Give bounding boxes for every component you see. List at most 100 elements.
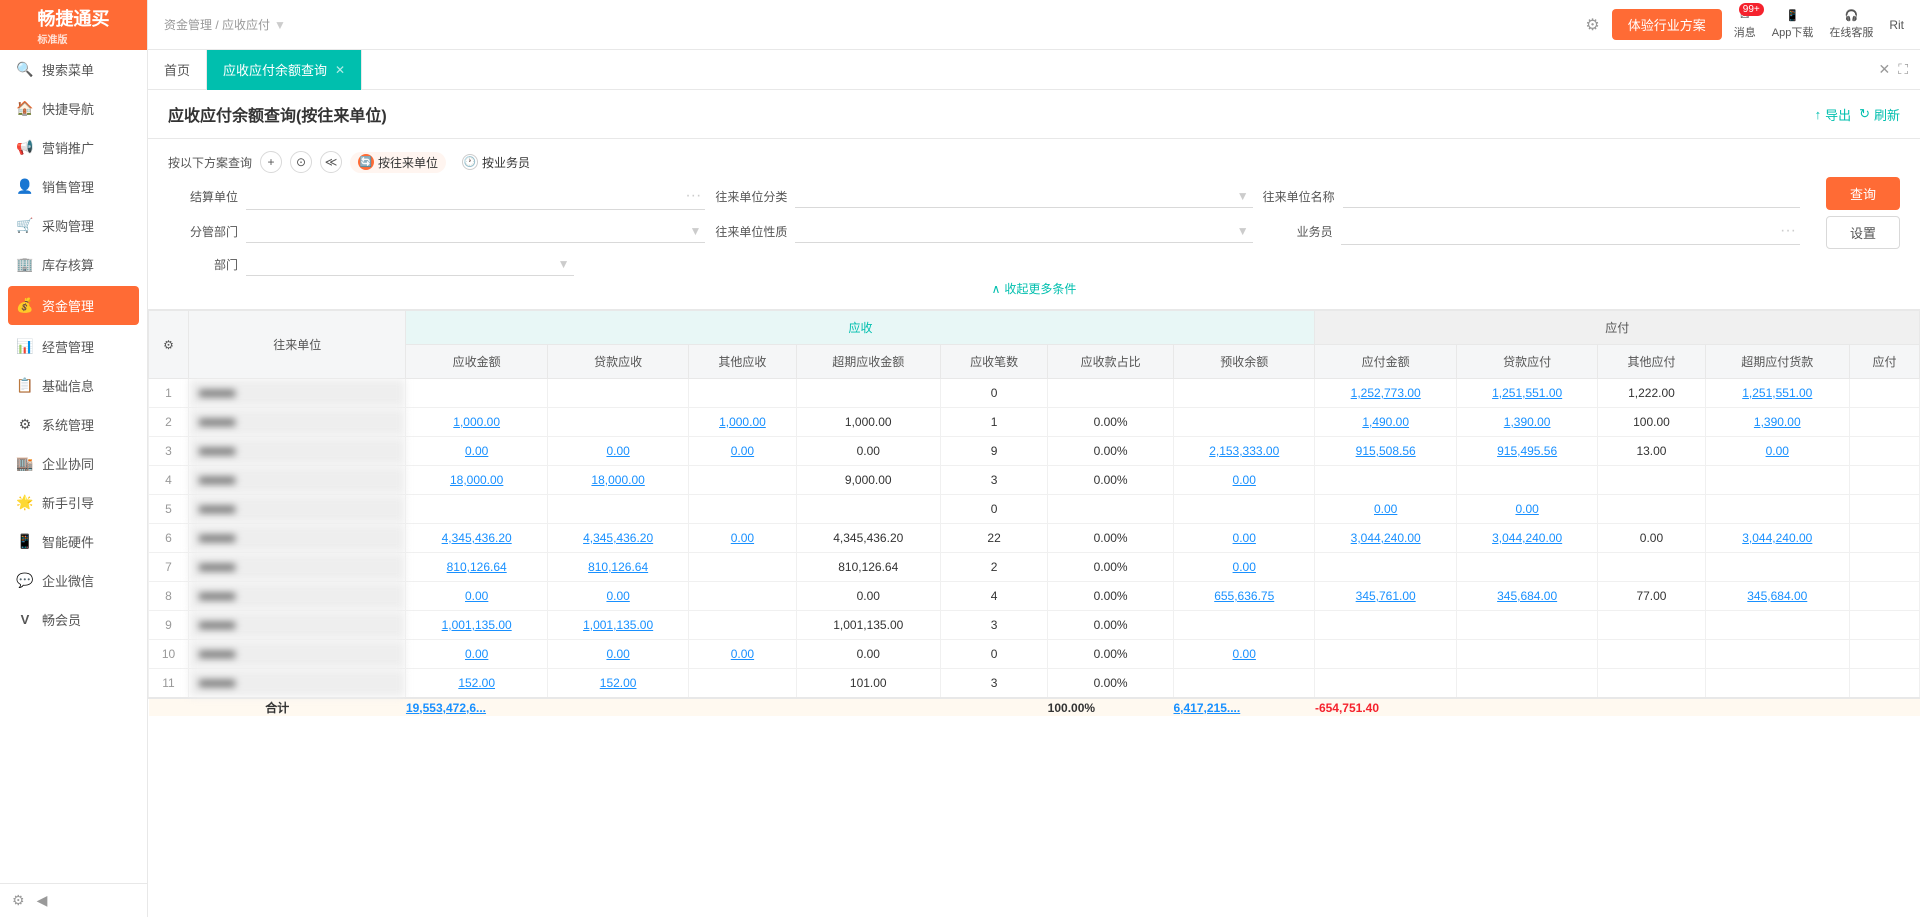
- table-row: 8■■■■■0.000.000.0040.00%655,636.75345,76…: [149, 582, 1920, 611]
- sidebar-item-sales[interactable]: 👤 销售管理: [0, 167, 147, 206]
- table-settings-icon[interactable]: ⚙: [163, 338, 174, 352]
- footer-advance-balance[interactable]: 6,417,215....: [1174, 698, 1315, 716]
- inventory-icon: 🏢: [16, 256, 34, 273]
- sidebar-item-wechat[interactable]: 💬 企业微信: [0, 561, 147, 600]
- sidebar-item-system[interactable]: ⚙ 系统管理: [0, 405, 147, 444]
- th-loan-receivable: 贷款应收: [547, 345, 688, 379]
- sidebar-item-member[interactable]: V 畅会员: [0, 600, 147, 639]
- sidebar-item-basic[interactable]: 📋 基础信息: [0, 366, 147, 405]
- sidebar-item-hardware[interactable]: 📱 智能硬件: [0, 522, 147, 561]
- footer-receivable-ratio: 100.00%: [1048, 698, 1174, 716]
- export-btn[interactable]: ↑ 导出: [1815, 105, 1852, 124]
- th-other-payable: 其他应付: [1598, 345, 1705, 379]
- message-btn[interactable]: ✉ 99+ 消息: [1734, 9, 1756, 40]
- sidebar-item-search[interactable]: 🔍 搜索菜单: [0, 50, 147, 89]
- filter-fields-row2: 分管部门 ▼ 往来单位性质 ▼ 业务员 ···: [168, 218, 1900, 245]
- partner-name-label: 往来单位名称: [1263, 188, 1335, 205]
- dept-input[interactable]: ▼: [246, 253, 574, 276]
- partner-name-cell: ■■■■■: [189, 495, 406, 524]
- th-payable-amount: 应付金额: [1315, 345, 1456, 379]
- footer-other-payable: [1598, 698, 1705, 716]
- service-icon: 🎧: [1844, 9, 1858, 22]
- th-partner: 往来单位: [189, 311, 406, 379]
- sidebar-item-quicknav[interactable]: 🏠 快捷导航: [0, 89, 147, 128]
- settings-scheme-btn[interactable]: ⊙: [290, 151, 312, 173]
- user-avatar[interactable]: Rit: [1889, 18, 1904, 32]
- refresh-icon: ↻: [1859, 106, 1870, 122]
- settings-btn[interactable]: 设置: [1826, 216, 1900, 249]
- tab-receivable[interactable]: 应收应付余额查询 ✕: [207, 50, 362, 90]
- page-header: 应收应付余额查询(按往来单位) ↑ 导出 ↻ 刷新: [148, 90, 1920, 139]
- department-input[interactable]: ▼: [246, 220, 705, 243]
- sidebar-item-enterprise[interactable]: 🏬 企业协同: [0, 444, 147, 483]
- settings-bottom-icon[interactable]: ⚙: [12, 892, 25, 909]
- table-row: 3■■■■■0.000.000.000.0090.00%2,153,333.00…: [149, 437, 1920, 466]
- table-container[interactable]: ⚙ 往来单位 应收 应付 应收金额 贷款应收 其他应收 超期应收金额 应收笔数 …: [148, 310, 1920, 917]
- settlement-unit-input[interactable]: ···: [246, 183, 705, 210]
- partner-category-input[interactable]: ▼: [795, 185, 1252, 208]
- collapse-icon[interactable]: ◀: [37, 892, 48, 909]
- partner-name-cell: ■■■■■: [189, 437, 406, 466]
- app-icon: 📱: [1786, 9, 1800, 22]
- purchase-icon: 🛒: [16, 217, 34, 234]
- query-btn[interactable]: 查询: [1826, 177, 1900, 210]
- sidebar-item-purchase[interactable]: 🛒 采购管理: [0, 206, 147, 245]
- scheme-by-salesman[interactable]: 🕐 按业务员: [454, 152, 538, 173]
- service-btn[interactable]: 🎧 在线客服: [1829, 9, 1873, 40]
- tab-close-all-icon[interactable]: ✕: [1878, 61, 1890, 78]
- tab-home[interactable]: 首页: [148, 50, 207, 90]
- partner-name-cell: ■■■■■: [189, 524, 406, 553]
- filter-partner-category: 往来单位分类 ▼: [715, 183, 1252, 210]
- filter-department: 分管部门 ▼: [168, 218, 705, 245]
- refresh-btn[interactable]: ↻ 刷新: [1859, 105, 1900, 124]
- filter-partner-name: 往来单位名称: [1263, 183, 1800, 210]
- search-icon: 🔍: [16, 61, 34, 78]
- partner-name-cell: ■■■■■: [189, 669, 406, 699]
- partner-name-cell: ■■■■■: [189, 553, 406, 582]
- th-payable-col: 应付: [1850, 345, 1920, 379]
- capital-icon: 💰: [16, 297, 34, 314]
- salesman-input[interactable]: ···: [1341, 218, 1800, 245]
- partner-name-cell: ■■■■■: [189, 611, 406, 640]
- sidebar-item-operations[interactable]: 📊 经营管理: [0, 327, 147, 366]
- partner-nature-arrow-icon: ▼: [1237, 224, 1249, 238]
- header: 资金管理 / 应收应付 ▼ ⚙ 体验行业方案 ✉ 99+ 消息 📱 App下载 …: [148, 0, 1920, 50]
- system-icon: ⚙: [16, 416, 34, 433]
- sidebar-item-inventory[interactable]: 🏢 库存核算: [0, 245, 147, 284]
- table-row: 7■■■■■810,126.64810,126.64810,126.6420.0…: [149, 553, 1920, 582]
- settlement-dots-icon[interactable]: ···: [685, 187, 701, 205]
- sidebar-item-guide[interactable]: 🌟 新手引导: [0, 483, 147, 522]
- marketing-icon: 📢: [16, 139, 34, 156]
- header-gear-icon[interactable]: ⚙: [1585, 15, 1599, 35]
- scheme-by-partner[interactable]: 🔄 按往来单位: [350, 152, 446, 173]
- app-download-btn[interactable]: 📱 App下载: [1772, 9, 1814, 40]
- page-title: 应收应付余额查询(按往来单位): [168, 102, 387, 126]
- tab-close-icon[interactable]: ✕: [335, 63, 345, 77]
- collapse-scheme-btn[interactable]: ≪: [320, 151, 342, 173]
- partner-name-input[interactable]: [1343, 185, 1800, 208]
- breadcrumb: 资金管理 / 应收应付 ▼: [164, 16, 1573, 33]
- footer-receivable-amount[interactable]: 19,553,472,6...: [406, 698, 547, 716]
- table-footer: 合计 19,553,472,6... 100.00% 6,417,215....…: [149, 698, 1920, 716]
- th-settings[interactable]: ⚙: [149, 311, 189, 379]
- filter-settlement-unit: 结算单位 ···: [168, 183, 705, 210]
- sidebar: 畅捷通买 标准版 🔍 搜索菜单 🏠 快捷导航 📢 营销推广 👤 销售管理 🛒 采…: [0, 0, 148, 917]
- partner-nature-input[interactable]: ▼: [795, 220, 1252, 243]
- partner-name-cell: ■■■■■: [189, 408, 406, 437]
- tab-expand-icon[interactable]: ⛶: [1898, 61, 1908, 78]
- table-row: 2■■■■■1,000.001,000.001,000.0010.00%1,49…: [149, 408, 1920, 437]
- add-scheme-btn[interactable]: +: [260, 151, 282, 173]
- data-table: ⚙ 往来单位 应收 应付 应收金额 贷款应收 其他应收 超期应收金额 应收笔数 …: [148, 310, 1920, 716]
- department-label: 分管部门: [168, 223, 238, 240]
- partner-nature-label: 往来单位性质: [715, 223, 787, 240]
- hardware-icon: 📱: [16, 533, 34, 550]
- tabs-actions: ✕ ⛶: [1866, 61, 1920, 78]
- salesman-dots-icon[interactable]: ···: [1780, 222, 1796, 240]
- sidebar-item-marketing[interactable]: 📢 营销推广: [0, 128, 147, 167]
- footer-loan-payable: [1456, 698, 1597, 716]
- sidebar-item-capital[interactable]: 💰 资金管理: [8, 286, 139, 325]
- collapse-btn[interactable]: ∧ 收起更多条件: [992, 280, 1077, 297]
- page-actions: ↑ 导出 ↻ 刷新: [1815, 105, 1900, 124]
- industry-btn[interactable]: 体验行业方案: [1612, 9, 1722, 40]
- partner-name-cell: ■■■■■: [189, 640, 406, 669]
